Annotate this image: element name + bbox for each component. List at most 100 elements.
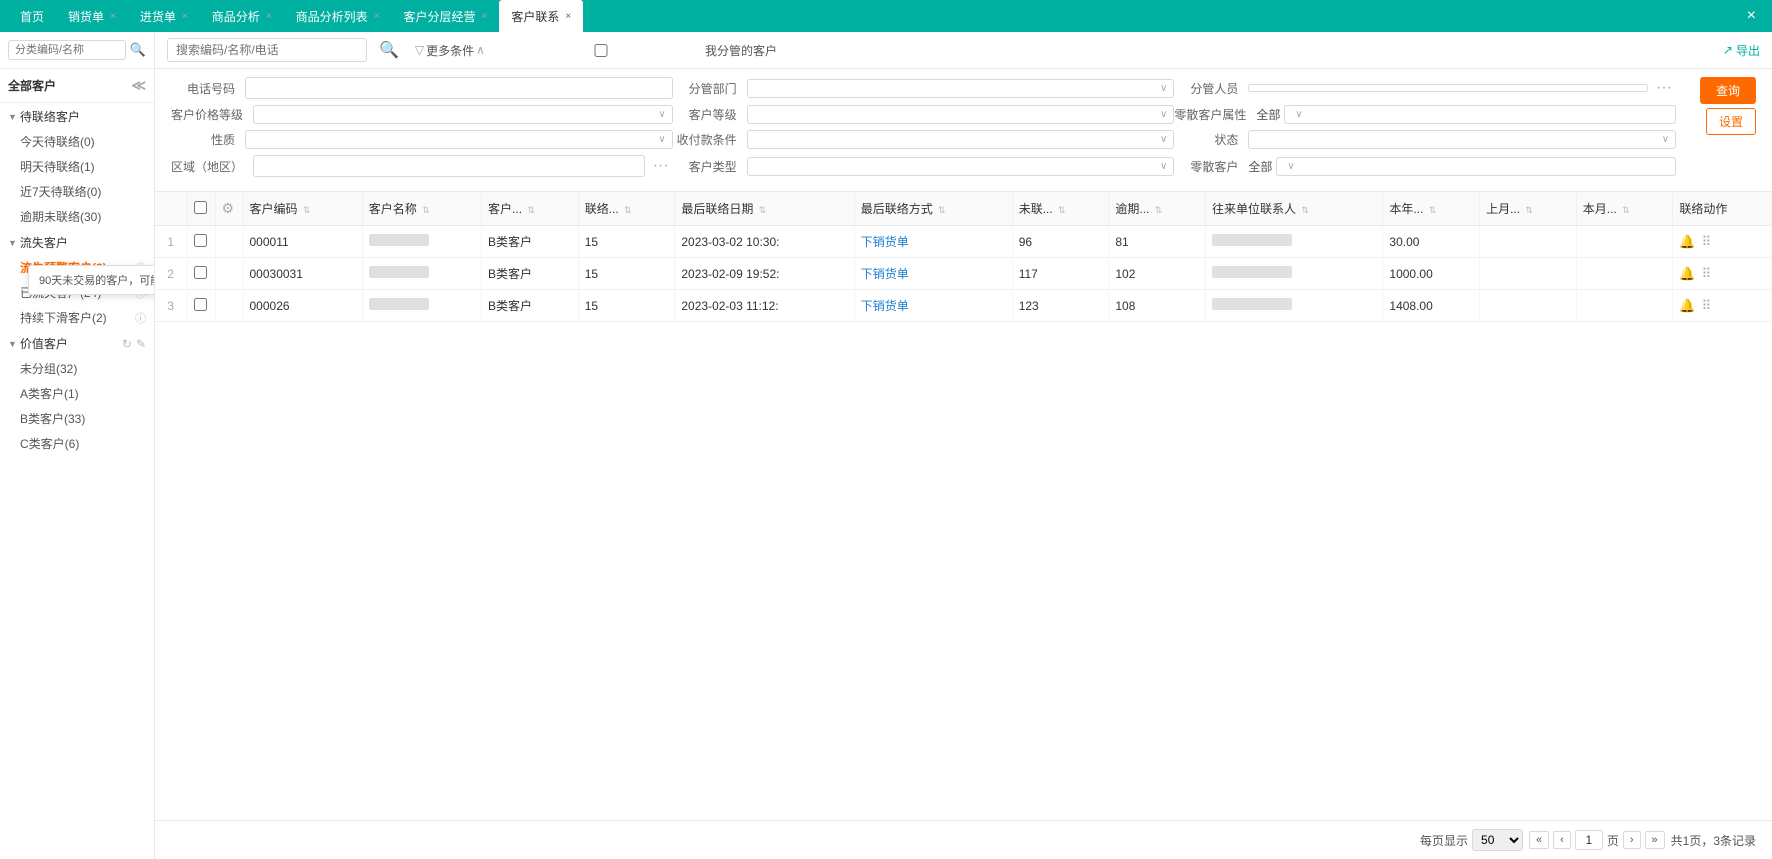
row-checkbox[interactable] [194, 298, 207, 311]
more-conditions-btn[interactable]: ▽ 更多条件 ∧ [415, 42, 485, 59]
filter-phone-label: 电话号码 [171, 80, 241, 97]
prev-page-btn[interactable]: ‹ [1553, 831, 1571, 849]
last-method-link[interactable]: 下销货单 [861, 267, 909, 281]
filter-icon: ▽ [415, 43, 424, 57]
more-action-icon[interactable]: ⠿ [1702, 266, 1712, 282]
cell-last-method: 下销货单 [854, 290, 1012, 322]
filter-ctype-select[interactable]: ∨ [747, 157, 1175, 176]
row-checkbox[interactable] [194, 266, 207, 279]
filter-price-tier-select[interactable]: ∨ [253, 105, 673, 124]
chevron-scattered-icon: ∨ [1287, 161, 1294, 172]
more-action-icon[interactable]: ⠿ [1702, 298, 1712, 314]
sidebar-item-declining[interactable]: 持续下滑客户(2) ⓘ [0, 305, 154, 330]
refresh-icon[interactable]: ↻ [122, 337, 132, 351]
sidebar-item-b-class[interactable]: B类客户(33) [0, 406, 154, 431]
filter-person-select[interactable] [1248, 84, 1648, 92]
filter-status-label: 状态 [1174, 131, 1244, 148]
filter-nature-select[interactable]: ∨ [245, 130, 673, 149]
first-page-btn[interactable]: « [1529, 831, 1549, 849]
filter-payment-select[interactable]: ∨ [747, 130, 1175, 149]
filter-cell-nature: 性质 ∨ [171, 130, 673, 149]
sidebar-item-week-pending[interactable]: 近7天待联络(0) [0, 179, 154, 204]
more-action-icon[interactable]: ⠿ [1702, 234, 1712, 250]
search-button[interactable]: 🔍 [375, 40, 403, 60]
export-button[interactable]: ↗ 导出 [1723, 42, 1760, 59]
next-page-btn[interactable]: › [1623, 831, 1641, 849]
chevron-status-icon: ∨ [1662, 134, 1669, 145]
sidebar-item-c-class[interactable]: C类客户(6) [0, 431, 154, 456]
filter-region-more-icon[interactable]: ··· [649, 157, 673, 175]
collapse-sidebar-icon[interactable]: ≪ [131, 77, 146, 94]
filter-dept-select[interactable]: ∨ [747, 79, 1175, 98]
sidebar-item-a-class[interactable]: A类客户(1) [0, 381, 154, 406]
close-all-icon[interactable]: × [1739, 7, 1764, 25]
toolbar: 🔍 ▽ 更多条件 ∧ 我分管的客户 ↗ 导出 [155, 32, 1772, 69]
col-contact: 联络... ⇅ [578, 192, 675, 226]
sort-lmonth-icon[interactable]: ⇅ [1525, 205, 1533, 215]
sort-unit-icon[interactable]: ⇅ [1301, 205, 1309, 215]
my-customers-checkbox[interactable] [501, 44, 701, 57]
select-all-checkbox[interactable] [194, 201, 207, 214]
sort-date-icon[interactable]: ⇅ [759, 205, 767, 215]
sort-type-icon[interactable]: ⇅ [527, 205, 535, 215]
tab-analysis-list[interactable]: 商品分析列表 × [284, 0, 392, 32]
cell-uncontacted: 117 [1012, 258, 1109, 290]
row-checkbox[interactable] [194, 234, 207, 247]
section-lost-customers[interactable]: ▼ 流失客户 90天未交易的客户，可能有流失风险。 [0, 229, 154, 255]
sort-year-icon[interactable]: ⇅ [1429, 205, 1437, 215]
all-customers-header[interactable]: 全部客户 ≪ [0, 69, 154, 103]
close-analysis-list-icon[interactable]: × [374, 11, 380, 22]
sidebar-item-overdue-pending[interactable]: 逾期未联络(30) [0, 204, 154, 229]
sidebar-item-tomorrow-pending[interactable]: 明天待联络(1) [0, 154, 154, 179]
tab-analysis[interactable]: 商品分析 × [200, 0, 284, 32]
table-settings-icon[interactable]: ⚙ [222, 200, 235, 216]
filter-scattered-select[interactable]: ∨ [1276, 157, 1676, 176]
sort-uncontacted-icon[interactable]: ⇅ [1058, 205, 1066, 215]
close-analysis-icon[interactable]: × [266, 11, 272, 22]
last-page-btn[interactable]: » [1645, 831, 1665, 849]
my-customers-toggle[interactable]: 我分管的客户 [501, 42, 777, 59]
sort-method-icon[interactable]: ⇅ [938, 205, 946, 215]
contact-icon[interactable]: 🔔 [1679, 234, 1695, 250]
sort-contact-icon[interactable]: ⇅ [624, 205, 632, 215]
section-pending-contact[interactable]: ▼ 待联络客户 [0, 103, 154, 129]
sidebar: 🔍 全部客户 ≪ ▼ 待联络客户 今天待联络(0) 明天待联络(1) 近7天待联… [0, 32, 155, 859]
cell-unit-contact [1206, 226, 1383, 258]
filter-status-select[interactable]: ∨ [1248, 130, 1676, 149]
tab-purchase[interactable]: 进货单 × [128, 0, 200, 32]
export-label: 导出 [1736, 42, 1760, 59]
contact-icon[interactable]: 🔔 [1679, 266, 1695, 282]
contact-icon[interactable]: 🔔 [1679, 298, 1695, 314]
per-page-select[interactable]: 20 50 100 [1472, 829, 1523, 851]
close-sales-icon[interactable]: × [110, 11, 116, 22]
filter-region-input[interactable] [253, 155, 645, 177]
sort-name-icon[interactable]: ⇅ [422, 205, 430, 215]
close-purchase-icon[interactable]: × [182, 11, 188, 22]
col-settings[interactable]: ⚙ [215, 192, 243, 226]
query-button[interactable]: 查询 [1700, 77, 1756, 104]
search-input[interactable] [167, 38, 367, 62]
section-value-customers[interactable]: ▼ 价值客户 ↻ ✎ [0, 330, 154, 356]
sidebar-search-input[interactable] [8, 40, 126, 60]
sort-overdue-icon[interactable]: ⇅ [1155, 205, 1163, 215]
close-customer-tier-icon[interactable]: × [481, 11, 487, 22]
filter-phone-input[interactable] [245, 77, 673, 99]
close-customer-contact-icon[interactable]: × [565, 11, 571, 22]
sort-tmonth-icon[interactable]: ⇅ [1622, 205, 1630, 215]
sidebar-search-icon[interactable]: 🔍 [130, 42, 146, 58]
last-method-link[interactable]: 下销货单 [861, 299, 909, 313]
tab-customer-tier[interactable]: 客户分层经营 × [391, 0, 499, 32]
filter-person-more-icon[interactable]: ··· [1652, 79, 1676, 97]
sort-code-icon[interactable]: ⇅ [303, 205, 311, 215]
sidebar-item-today-pending[interactable]: 今天待联络(0) [0, 129, 154, 154]
filter-grade-select[interactable]: ∨ [747, 105, 1175, 124]
tab-customer-contact[interactable]: 客户联系 × [499, 0, 583, 32]
tab-home[interactable]: 首页 [8, 0, 56, 32]
filter-scattered-attr-select[interactable]: ∨ [1284, 105, 1676, 124]
tab-sales[interactable]: 销货单 × [56, 0, 128, 32]
settings-button[interactable]: 设置 [1706, 108, 1756, 135]
edit-icon[interactable]: ✎ [136, 337, 146, 351]
sidebar-item-ungrouped[interactable]: 未分组(32) [0, 356, 154, 381]
last-method-link[interactable]: 下销货单 [861, 235, 909, 249]
cell-code: 000011 [243, 226, 362, 258]
